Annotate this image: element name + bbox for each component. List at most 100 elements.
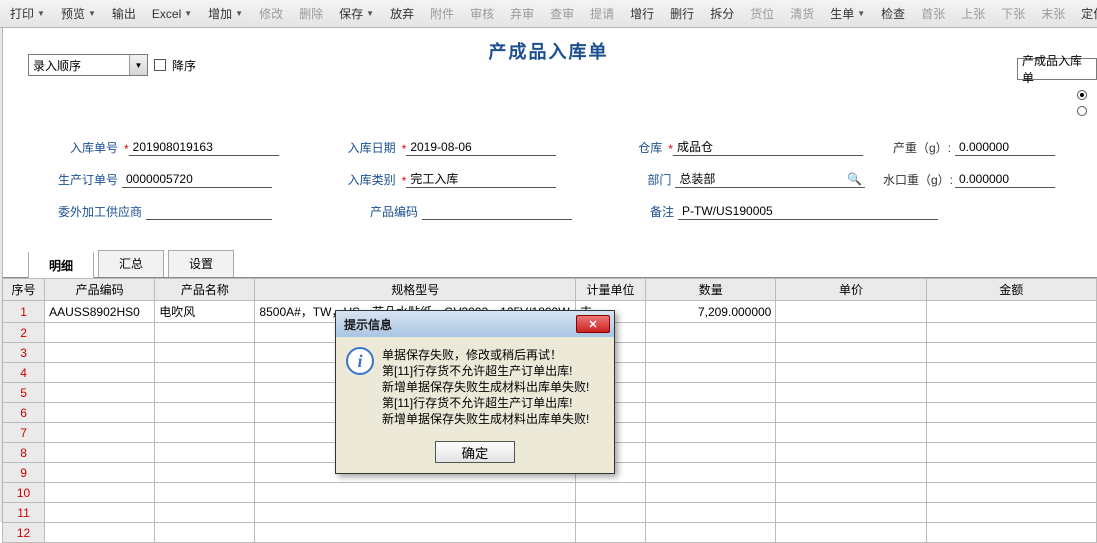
- cell-rn[interactable]: 3: [3, 343, 45, 363]
- toolbar-预览[interactable]: 预览▼: [55, 3, 102, 25]
- close-icon[interactable]: ✕: [576, 315, 610, 333]
- toolbar-生单[interactable]: 生单▼: [824, 3, 871, 25]
- sort-combo[interactable]: 录入顺序 ▼: [28, 54, 148, 76]
- tab-detail[interactable]: 明细: [28, 251, 94, 278]
- table-row[interactable]: 10: [3, 483, 1097, 503]
- col-rn[interactable]: 序号: [3, 279, 45, 301]
- cell-qty[interactable]: [646, 323, 776, 343]
- cell-code[interactable]: [45, 343, 155, 363]
- col-code[interactable]: 产品编码: [45, 279, 155, 301]
- cell-amt[interactable]: [926, 463, 1096, 483]
- cell-spec[interactable]: [255, 523, 576, 543]
- toolbar-输出[interactable]: 输出: [106, 3, 142, 25]
- cell-unit[interactable]: [576, 483, 646, 503]
- cell-price[interactable]: [776, 323, 926, 343]
- cell-rn[interactable]: 11: [3, 503, 45, 523]
- cell-code[interactable]: [45, 443, 155, 463]
- toolbar-放弃[interactable]: 放弃: [384, 3, 420, 25]
- cell-amt[interactable]: [926, 483, 1096, 503]
- cell-price[interactable]: [776, 523, 926, 543]
- cell-price[interactable]: [776, 503, 926, 523]
- cell-name[interactable]: [155, 463, 255, 483]
- cell-qty[interactable]: 7,209.000000: [646, 301, 776, 323]
- toolbar-增加[interactable]: 增加▼: [202, 3, 249, 25]
- cell-code[interactable]: [45, 323, 155, 343]
- cell-amt[interactable]: [926, 523, 1096, 543]
- cell-amt[interactable]: [926, 363, 1096, 383]
- cell-name[interactable]: [155, 323, 255, 343]
- chevron-down-icon[interactable]: ▼: [129, 55, 147, 75]
- cell-code[interactable]: [45, 483, 155, 503]
- cell-price[interactable]: [776, 363, 926, 383]
- cell-name[interactable]: [155, 363, 255, 383]
- cell-name[interactable]: [155, 523, 255, 543]
- cell-code[interactable]: [45, 363, 155, 383]
- cell-spec[interactable]: [255, 483, 576, 503]
- cell-qty[interactable]: [646, 463, 776, 483]
- field-gross-wt[interactable]: 0.000000: [955, 138, 1055, 156]
- cell-code[interactable]: AAUSS8902HS0: [45, 301, 155, 323]
- cell-name[interactable]: [155, 343, 255, 363]
- field-prod-code[interactable]: [422, 202, 572, 220]
- desc-checkbox[interactable]: [154, 59, 166, 71]
- cell-code[interactable]: [45, 523, 155, 543]
- cell-amt[interactable]: [926, 423, 1096, 443]
- cell-name[interactable]: [155, 503, 255, 523]
- cell-qty[interactable]: [646, 483, 776, 503]
- col-price[interactable]: 单价: [776, 279, 926, 301]
- cell-rn[interactable]: 9: [3, 463, 45, 483]
- cell-rn[interactable]: 6: [3, 403, 45, 423]
- cell-qty[interactable]: [646, 343, 776, 363]
- cell-qty[interactable]: [646, 503, 776, 523]
- toolbar-检查[interactable]: 检查: [875, 3, 911, 25]
- tab-summary[interactable]: 汇总: [98, 250, 164, 277]
- cell-unit[interactable]: [576, 503, 646, 523]
- col-qty[interactable]: 数量: [646, 279, 776, 301]
- cell-name[interactable]: 电吹风: [155, 301, 255, 323]
- field-receipt-date[interactable]: 2019-08-06: [406, 138, 556, 156]
- cell-price[interactable]: [776, 423, 926, 443]
- field-water-wt[interactable]: 0.000000: [955, 170, 1055, 188]
- cell-qty[interactable]: [646, 443, 776, 463]
- tab-settings[interactable]: 设置: [168, 250, 234, 277]
- cell-rn[interactable]: 1: [3, 301, 45, 323]
- cell-price[interactable]: [776, 343, 926, 363]
- toolbar-Excel[interactable]: Excel▼: [146, 3, 198, 25]
- field-prod-order[interactable]: 0000005720: [122, 170, 272, 188]
- cell-code[interactable]: [45, 503, 155, 523]
- cell-code[interactable]: [45, 383, 155, 403]
- cell-code[interactable]: [45, 423, 155, 443]
- field-vendor[interactable]: [146, 202, 272, 220]
- cell-qty[interactable]: [646, 383, 776, 403]
- cell-amt[interactable]: [926, 443, 1096, 463]
- cell-name[interactable]: [155, 483, 255, 503]
- cell-rn[interactable]: 2: [3, 323, 45, 343]
- cell-amt[interactable]: [926, 301, 1096, 323]
- cell-price[interactable]: [776, 403, 926, 423]
- cell-qty[interactable]: [646, 523, 776, 543]
- cell-code[interactable]: [45, 403, 155, 423]
- cell-rn[interactable]: 10: [3, 483, 45, 503]
- field-receipt-no[interactable]: 201908019163: [129, 138, 279, 156]
- field-type[interactable]: 完工入库: [406, 170, 556, 188]
- cell-rn[interactable]: 8: [3, 443, 45, 463]
- toolbar-增行[interactable]: 增行: [624, 3, 660, 25]
- col-spec[interactable]: 规格型号: [255, 279, 576, 301]
- toolbar-删行[interactable]: 删行: [664, 3, 700, 25]
- cell-spec[interactable]: [255, 503, 576, 523]
- toolbar-打印[interactable]: 打印▼: [4, 3, 51, 25]
- cell-unit[interactable]: [576, 523, 646, 543]
- toolbar-定位[interactable]: 定位: [1075, 3, 1097, 25]
- radio-option-2[interactable]: [1077, 106, 1087, 116]
- field-remark[interactable]: P-TW/US190005: [678, 202, 938, 220]
- cell-code[interactable]: [45, 463, 155, 483]
- cell-qty[interactable]: [646, 363, 776, 383]
- doc-type-combo[interactable]: 产成品入库单: [1017, 58, 1097, 80]
- cell-amt[interactable]: [926, 323, 1096, 343]
- cell-price[interactable]: [776, 383, 926, 403]
- search-icon[interactable]: 🔍: [847, 172, 863, 188]
- cell-amt[interactable]: [926, 403, 1096, 423]
- cell-qty[interactable]: [646, 403, 776, 423]
- cell-qty[interactable]: [646, 423, 776, 443]
- cell-rn[interactable]: 5: [3, 383, 45, 403]
